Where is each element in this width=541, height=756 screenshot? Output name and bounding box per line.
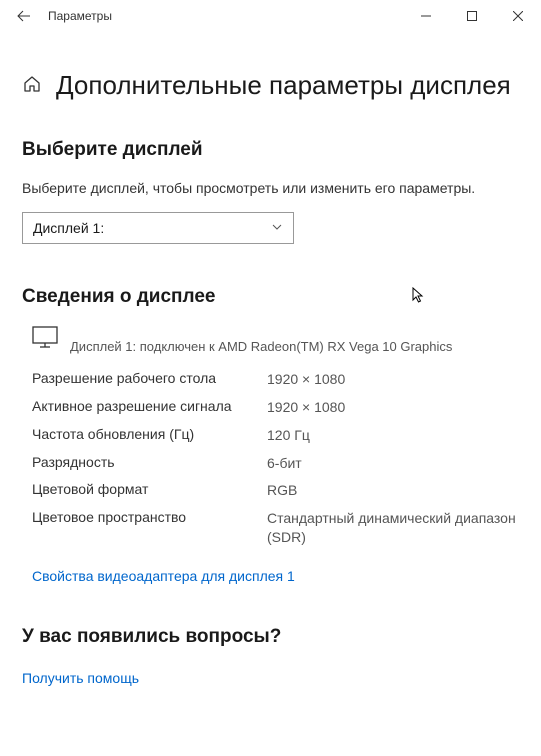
- spec-label: Цветовой формат: [32, 481, 267, 500]
- display-select-dropdown[interactable]: Дисплей 1:: [22, 212, 294, 244]
- content-area: Дополнительные параметры дисплея Выберит…: [0, 32, 541, 686]
- display-connection-text: Дисплей 1: подключен к AMD Radeon(TM) RX…: [70, 339, 519, 354]
- arrow-left-icon: [17, 9, 31, 23]
- select-display-heading: Выберите дисплей: [22, 139, 519, 161]
- close-button[interactable]: [495, 0, 541, 32]
- spec-row: Активное разрешение сигнала 1920 × 1080: [32, 398, 519, 417]
- spec-label: Частота обновления (Гц): [32, 426, 267, 445]
- dropdown-selected-value: Дисплей 1:: [33, 220, 271, 236]
- titlebar: Параметры: [0, 0, 541, 32]
- spec-value: 1920 × 1080: [267, 398, 519, 417]
- select-display-description: Выберите дисплей, чтобы просмотреть или …: [22, 179, 519, 198]
- minimize-icon: [421, 11, 431, 21]
- adapter-properties-link[interactable]: Свойства видеоадаптера для дисплея 1: [32, 568, 295, 584]
- window-title: Параметры: [40, 9, 403, 23]
- spec-row: Цветовое пространство Стандартный динами…: [32, 509, 519, 547]
- minimize-button[interactable]: [403, 0, 449, 32]
- maximize-button[interactable]: [449, 0, 495, 32]
- page-header: Дополнительные параметры дисплея: [22, 70, 519, 101]
- spec-row: Цветовой формат RGB: [32, 481, 519, 500]
- maximize-icon: [467, 11, 477, 21]
- window-controls: [403, 0, 541, 32]
- specs-table: Разрешение рабочего стола 1920 × 1080 Ак…: [22, 370, 519, 547]
- chevron-down-icon: [271, 220, 283, 236]
- spec-value: 1920 × 1080: [267, 370, 519, 389]
- page-title: Дополнительные параметры дисплея: [56, 70, 511, 101]
- display-info-heading: Сведения о дисплее: [22, 286, 519, 308]
- spec-row: Разрешение рабочего стола 1920 × 1080: [32, 370, 519, 389]
- back-button[interactable]: [8, 0, 40, 32]
- spec-value: RGB: [267, 481, 519, 500]
- spec-row: Частота обновления (Гц) 120 Гц: [32, 426, 519, 445]
- spec-label: Активное разрешение сигнала: [32, 398, 267, 417]
- spec-value: Стандартный динамический диапазон (SDR): [267, 509, 519, 547]
- spec-label: Цветовое пространство: [32, 509, 267, 547]
- close-icon: [513, 11, 523, 21]
- get-help-link[interactable]: Получить помощь: [22, 670, 139, 686]
- help-heading: У вас появились вопросы?: [22, 626, 519, 648]
- spec-value: 6-бит: [267, 454, 519, 473]
- home-icon[interactable]: [22, 74, 42, 97]
- spec-row: Разрядность 6-бит: [32, 454, 519, 473]
- spec-label: Разрядность: [32, 454, 267, 473]
- spec-value: 120 Гц: [267, 426, 519, 445]
- spec-label: Разрешение рабочего стола: [32, 370, 267, 389]
